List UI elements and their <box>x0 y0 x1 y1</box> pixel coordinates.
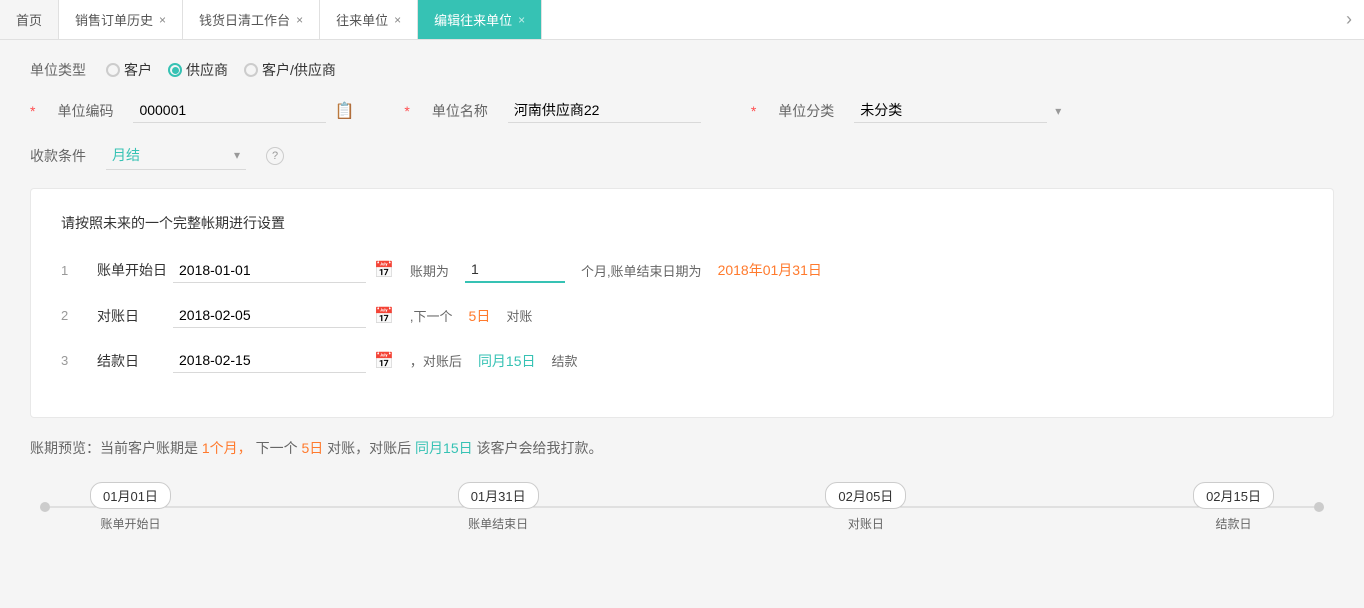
required-code: * <box>30 103 35 119</box>
timeline-item-3: 02月05日 对账日 <box>825 482 906 532</box>
close-cash-work[interactable]: × <box>296 13 303 27</box>
close-sales-history[interactable]: × <box>159 13 166 27</box>
preview-text-2: 对账，对账后 <box>327 440 411 456</box>
required-classify: * <box>751 103 756 119</box>
main-content: 单位类型 客户 供应商 客户/供应商 * 单位编码 📋 * 单位名称 * <box>0 40 1364 608</box>
period-name-1: 账单开始日 <box>97 260 157 280</box>
payment-value: 月结 <box>112 145 230 165</box>
payment-chevron-icon: ▾ <box>234 148 240 162</box>
preview-highlight-3: 同月15日 <box>415 440 473 456</box>
timeline: 01月01日 账单开始日 01月31日 账单结束日 02月05日 对账日 02月… <box>40 482 1324 532</box>
period-name-3: 结款日 <box>97 351 157 371</box>
period-desc-2-prefix: ,下一个 <box>410 306 453 325</box>
timeline-label-2: 账单结束日 <box>468 515 528 532</box>
timeline-label-1: 账单开始日 <box>100 515 160 532</box>
payment-help-icon[interactable]: ? <box>266 147 284 165</box>
unit-classify-select[interactable]: ▾ <box>854 98 1061 123</box>
preview-text-1: 下一个 <box>256 440 298 456</box>
close-edit-partner[interactable]: × <box>518 13 525 27</box>
period-date-1-field: 📅 <box>173 258 394 283</box>
timeline-body: 01月01日 账单开始日 01月31日 账单结束日 02月05日 对账日 02月… <box>50 482 1314 532</box>
payment-row: 收款条件 月结 ▾ ? <box>30 141 1334 170</box>
unit-type-row: 单位类型 客户 供应商 客户/供应商 <box>30 60 1334 80</box>
radio-both[interactable]: 客户/供应商 <box>244 60 336 80</box>
months-input[interactable] <box>465 257 565 283</box>
timeline-bubble-4: 02月15日 <box>1193 482 1274 509</box>
preview-highlight-1: 1个月， <box>202 440 252 456</box>
period-num-3: 3 <box>61 353 81 368</box>
period-highlight-2: 5日 <box>469 306 491 326</box>
period-date-3-field: 📅 <box>173 348 394 373</box>
radio-both-circle <box>244 63 258 77</box>
period-date-1-input[interactable] <box>173 258 366 283</box>
payment-label: 收款条件 <box>30 146 86 166</box>
period-date-2-field: 📅 <box>173 303 394 328</box>
timeline-wrapper: 01月01日 账单开始日 01月31日 账单结束日 02月05日 对账日 02月… <box>30 482 1334 532</box>
period-date-3-calendar-icon[interactable]: 📅 <box>374 351 394 371</box>
period-num-1: 1 <box>61 263 81 278</box>
unit-code-input[interactable] <box>133 98 326 123</box>
unit-code-icon[interactable]: 📋 <box>334 101 354 121</box>
tab-edit-partner[interactable]: 编辑往来单位 × <box>418 0 542 39</box>
timeline-items: 01月01日 账单开始日 01月31日 账单结束日 02月05日 对账日 02月… <box>50 482 1314 532</box>
timeline-label-4: 结款日 <box>1216 515 1252 532</box>
radio-customer-circle <box>106 63 120 77</box>
timeline-right-dot <box>1314 502 1324 512</box>
period-date-2-input[interactable] <box>173 303 366 328</box>
tab-home[interactable]: 首页 <box>0 0 59 39</box>
radio-supplier[interactable]: 供应商 <box>168 60 228 80</box>
period-desc-3-suffix: 结款 <box>552 351 578 370</box>
period-name-2: 对账日 <box>97 306 157 326</box>
period-row-3: 3 结款日 📅 ，对账后 同月15日 结款 <box>61 348 1303 373</box>
period-date-1-calendar-icon[interactable]: 📅 <box>374 260 394 280</box>
timeline-label-3: 对账日 <box>848 515 884 532</box>
radio-customer[interactable]: 客户 <box>106 60 152 80</box>
preview-highlight-2: 5日 <box>301 440 323 456</box>
period-date-3-input[interactable] <box>173 348 366 373</box>
unit-info-row: * 单位编码 📋 * 单位名称 * 单位分类 ▾ <box>30 98 1334 123</box>
tab-expand-button[interactable]: › <box>1334 0 1364 39</box>
period-desc-1-before: 账期为 <box>410 261 449 280</box>
preview-label: 账期预览：当前客户账期是 <box>30 440 198 456</box>
required-name: * <box>404 103 409 119</box>
period-end-date-1-highlight: 2018年01月31日 <box>718 260 822 280</box>
period-highlight-3: 同月15日 <box>478 351 536 371</box>
unit-name-input[interactable] <box>508 98 701 123</box>
unit-code-label: 单位编码 <box>57 101 113 121</box>
unit-code-field: 📋 <box>133 98 354 123</box>
unit-type-radio-group: 客户 供应商 客户/供应商 <box>106 60 336 80</box>
period-desc-2-suffix: 对账 <box>506 306 532 325</box>
period-desc-1-suffix: 个月,账单结束日期为 <box>581 261 702 280</box>
timeline-bubble-2: 01月31日 <box>458 482 539 509</box>
timeline-item-2: 01月31日 账单结束日 <box>458 482 539 532</box>
period-card: 请按照未来的一个完整帐期进行设置 1 账单开始日 📅 账期为 个月,账单结束日期… <box>30 188 1334 418</box>
period-date-2-calendar-icon[interactable]: 📅 <box>374 306 394 326</box>
timeline-item-4: 02月15日 结款日 <box>1193 482 1274 532</box>
classify-chevron-icon: ▾ <box>1055 104 1061 118</box>
tab-partner[interactable]: 往来单位 × <box>320 0 418 39</box>
unit-classify-input[interactable] <box>854 98 1047 123</box>
tab-cash-work[interactable]: 钱货日清工作台 × <box>183 0 320 39</box>
timeline-bubble-1: 01月01日 <box>90 482 171 509</box>
preview-section: 账期预览：当前客户账期是 1个月， 下一个 5日 对账，对账后 同月15日 该客… <box>30 438 1334 458</box>
period-title: 请按照未来的一个完整帐期进行设置 <box>61 213 1303 233</box>
preview-text-3: 该客户会给我打款。 <box>477 440 603 456</box>
tab-sales-history[interactable]: 销售订单历史 × <box>59 0 183 39</box>
tab-bar: 首页 销售订单历史 × 钱货日清工作台 × 往来单位 × 编辑往来单位 × › <box>0 0 1364 40</box>
timeline-left-dot <box>40 502 50 512</box>
close-partner[interactable]: × <box>394 13 401 27</box>
radio-supplier-circle <box>168 63 182 77</box>
timeline-bubble-3: 02月05日 <box>825 482 906 509</box>
payment-select[interactable]: 月结 ▾ <box>106 141 246 170</box>
period-desc-3-prefix: ，对账后 <box>410 351 462 370</box>
unit-name-label: 单位名称 <box>432 101 488 121</box>
unit-classify-label: 单位分类 <box>778 101 834 121</box>
period-row-2: 2 对账日 📅 ,下一个 5日 对账 <box>61 303 1303 328</box>
period-row-1: 1 账单开始日 📅 账期为 个月,账单结束日期为 2018年01月31日 <box>61 257 1303 283</box>
timeline-item-1: 01月01日 账单开始日 <box>90 482 171 532</box>
period-num-2: 2 <box>61 308 81 323</box>
unit-type-label: 单位类型 <box>30 60 86 80</box>
